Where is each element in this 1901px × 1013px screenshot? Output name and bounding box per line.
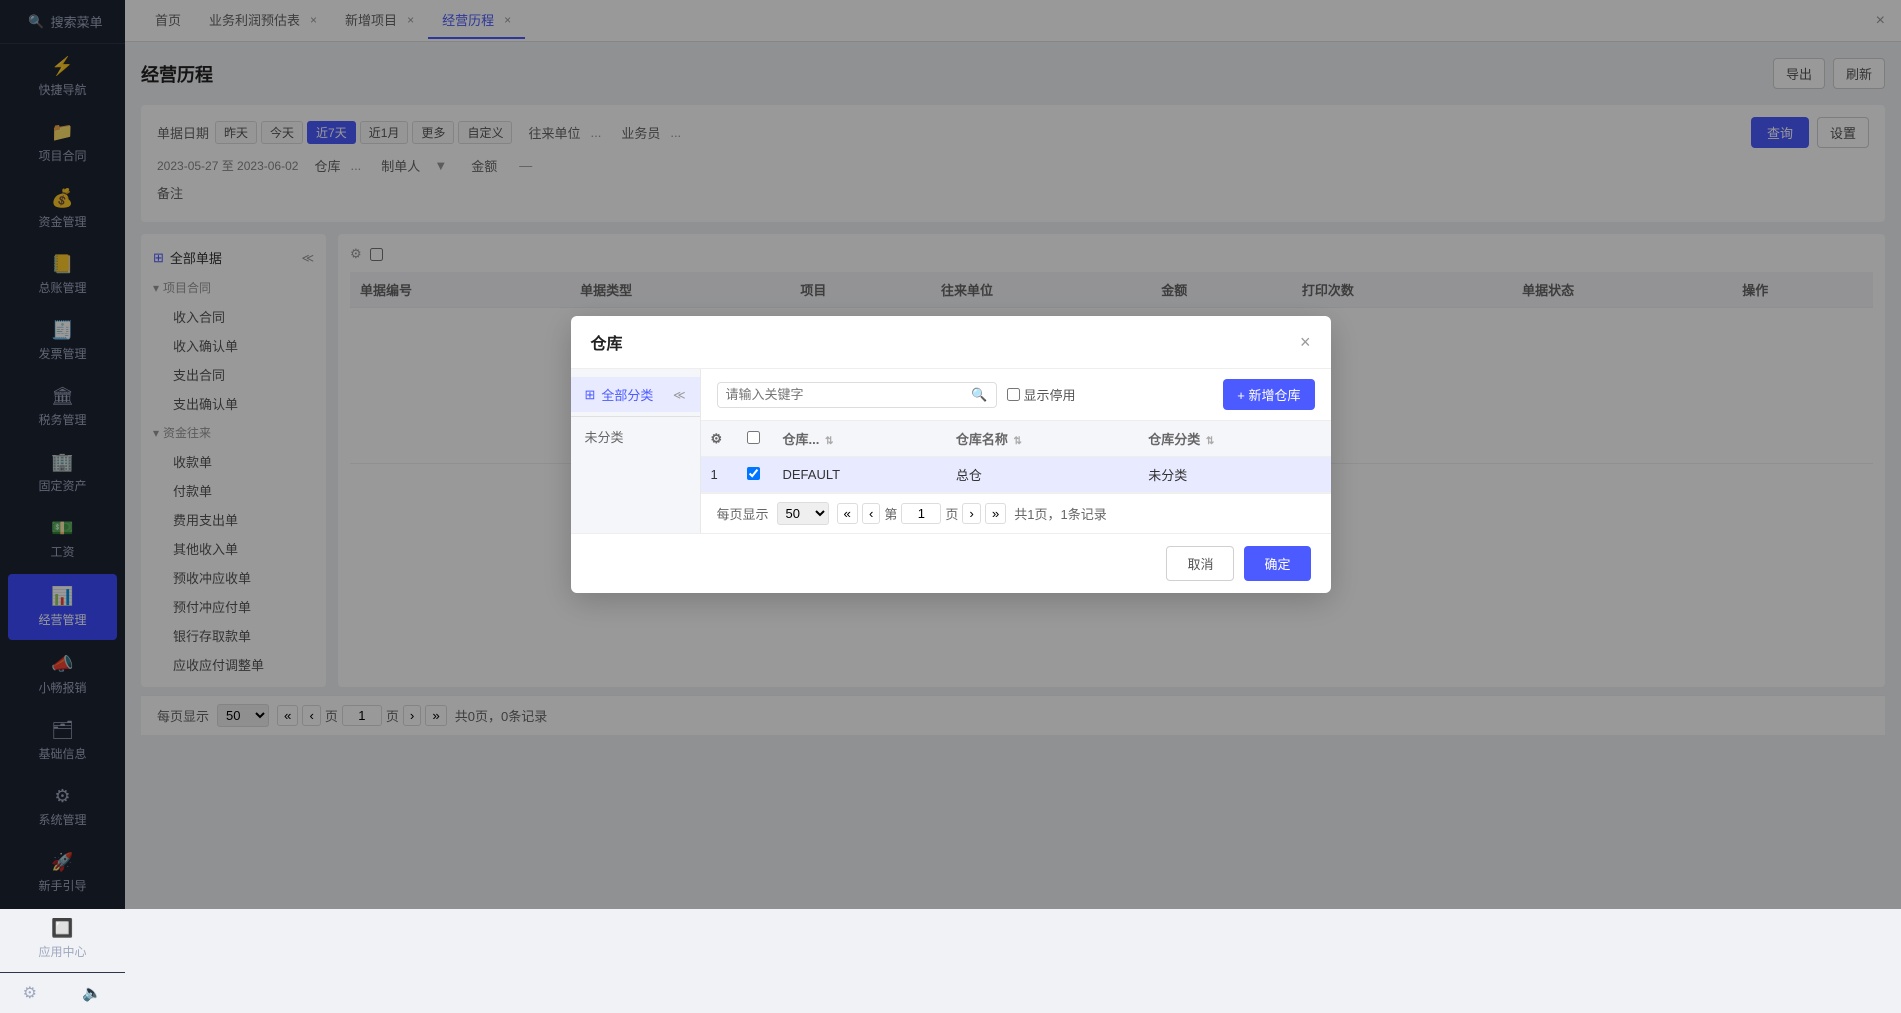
modal-main: 🔍 显示停用 + 新增仓库 ⚙ bbox=[701, 369, 1331, 533]
apps-icon: 🔲 bbox=[51, 918, 73, 939]
sidebar-bottom: ⚙ 🔈 bbox=[0, 972, 125, 1013]
col-code-modal[interactable]: 仓库... ⇅ bbox=[773, 421, 946, 457]
modal-page-prefix: 第 bbox=[884, 504, 897, 523]
grid-icon2: ⊞ bbox=[585, 387, 596, 403]
volume-icon[interactable]: 🔈 bbox=[82, 983, 102, 1003]
modal-select-all[interactable] bbox=[747, 431, 760, 444]
modal-first-page-btn[interactable]: « bbox=[837, 503, 858, 524]
modal-total-label: 共1页，1条记录 bbox=[1014, 504, 1106, 523]
row-name: 总仓 bbox=[946, 457, 1138, 493]
col-check-modal bbox=[737, 421, 773, 457]
show-disabled-text: 显示停用 bbox=[1024, 385, 1076, 404]
search-box: 🔍 bbox=[717, 382, 997, 408]
all-category-label: 全部分类 bbox=[601, 385, 653, 404]
search-icon2: 🔍 bbox=[971, 387, 987, 403]
sidebar-item-label: 应用中心 bbox=[38, 943, 86, 960]
modal-overlay: 仓库 × ⊞ 全部分类 ≪ 未分类 bbox=[0, 0, 1901, 909]
sidebar-item-apps[interactable]: 🔲 应用中心 bbox=[0, 906, 125, 972]
add-warehouse-button[interactable]: + 新增仓库 bbox=[1223, 379, 1314, 410]
cancel-button[interactable]: 取消 bbox=[1166, 546, 1234, 581]
warehouse-modal: 仓库 × ⊞ 全部分类 ≪ 未分类 bbox=[571, 316, 1331, 593]
collapse-sidebar-btn[interactable]: ≪ bbox=[673, 388, 686, 402]
row-index: 1 bbox=[701, 457, 737, 493]
row-checkbox[interactable] bbox=[737, 457, 773, 493]
modal-title: 仓库 bbox=[591, 330, 623, 354]
modal-page-suffix: 页 bbox=[945, 504, 958, 523]
col-gear-modal[interactable]: ⚙ bbox=[701, 421, 737, 457]
col-name-modal[interactable]: 仓库名称 ⇅ bbox=[946, 421, 1138, 457]
modal-sidebar: ⊞ 全部分类 ≪ 未分类 bbox=[571, 369, 701, 533]
modal-body: ⊞ 全部分类 ≪ 未分类 🔍 bbox=[571, 369, 1331, 533]
col-category-modal[interactable]: 仓库分类 ⇅ bbox=[1138, 421, 1330, 457]
modal-next-page-btn[interactable]: › bbox=[962, 503, 980, 524]
modal-page-input[interactable] bbox=[901, 503, 941, 524]
modal-close-button[interactable]: × bbox=[1300, 332, 1311, 353]
modal-sidebar-divider bbox=[571, 416, 700, 417]
row-code: DEFAULT bbox=[773, 457, 946, 493]
modal-uncategorized[interactable]: 未分类 bbox=[571, 421, 700, 452]
settings-gear-icon[interactable]: ⚙ bbox=[23, 983, 37, 1003]
modal-last-page-btn[interactable]: » bbox=[985, 503, 1006, 524]
show-disabled-checkbox[interactable] bbox=[1007, 388, 1020, 401]
gear-col-icon: ⚙ bbox=[711, 431, 723, 446]
modal-prev-page-btn[interactable]: ‹ bbox=[862, 503, 880, 524]
modal-page-nav: « ‹ 第 页 › » bbox=[837, 503, 1007, 524]
row-category: 未分类 bbox=[1138, 457, 1330, 493]
modal-per-page-select[interactable]: 50 100 bbox=[777, 502, 829, 525]
show-disabled-label[interactable]: 显示停用 bbox=[1007, 385, 1076, 404]
modal-header: 仓库 × bbox=[571, 316, 1331, 369]
modal-toolbar: 🔍 显示停用 + 新增仓库 bbox=[701, 369, 1331, 421]
uncategorized-label: 未分类 bbox=[585, 430, 624, 445]
modal-footer-bar: 每页显示 50 100 « ‹ 第 页 › » 共1页，1条记录 bbox=[701, 493, 1331, 533]
modal-per-page-label: 每页显示 bbox=[717, 504, 769, 523]
search-input[interactable] bbox=[726, 387, 972, 402]
confirm-button[interactable]: 确定 bbox=[1244, 546, 1310, 581]
table-row[interactable]: 1 DEFAULT 总仓 未分类 bbox=[701, 457, 1331, 493]
modal-actions: 取消 确定 bbox=[571, 533, 1331, 593]
modal-all-category[interactable]: ⊞ 全部分类 ≪ bbox=[571, 377, 700, 412]
modal-table: ⚙ 仓库... ⇅ 仓库名称 ⇅ 仓库分类 ⇅ 1 DEFA bbox=[701, 421, 1331, 493]
